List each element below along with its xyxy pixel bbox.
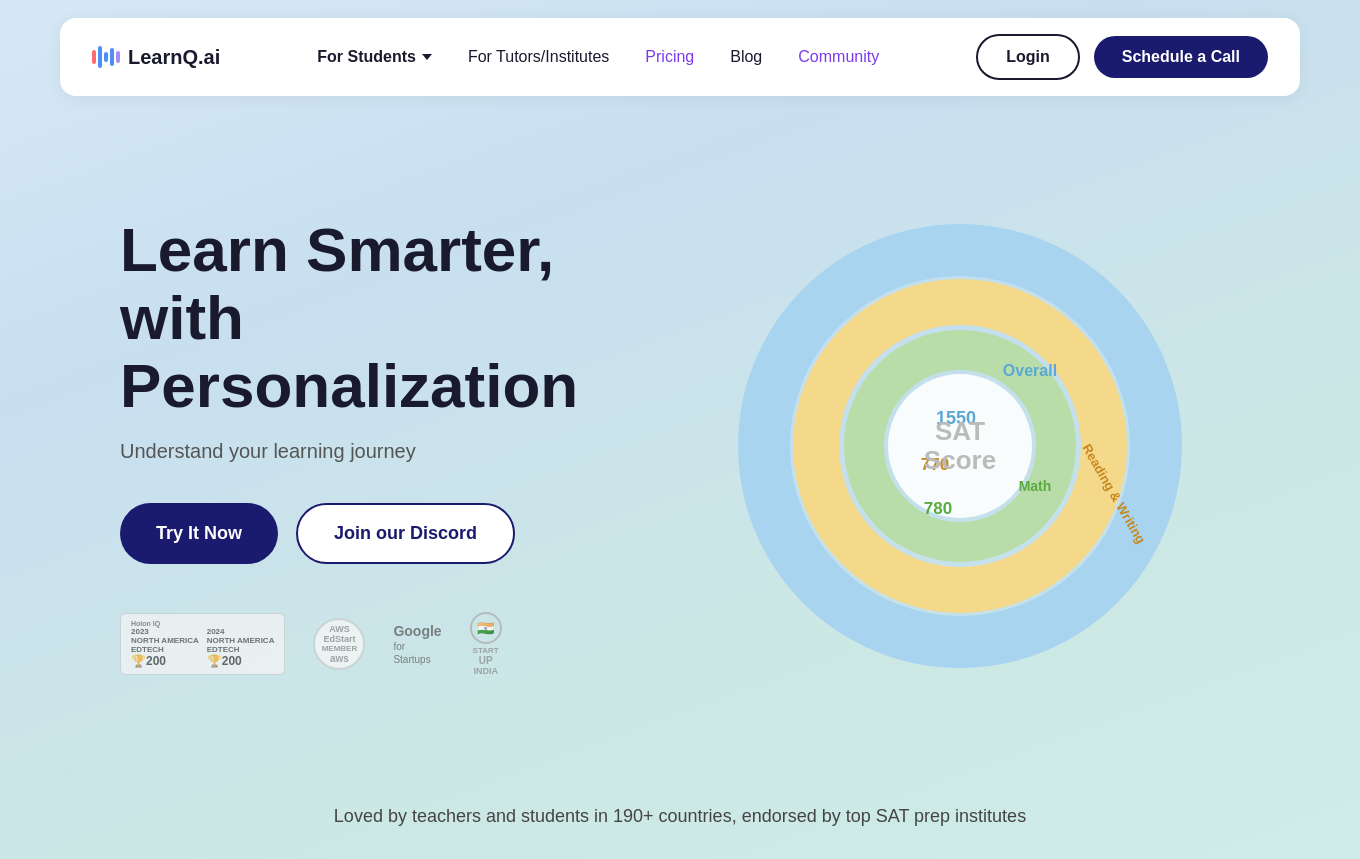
logo-icon xyxy=(92,46,120,68)
google-badge: Google for Startups xyxy=(393,622,441,666)
hero-subtitle: Understand your learning journey xyxy=(120,440,680,463)
nav-links: For Students For Tutors/Institutes Prici… xyxy=(317,48,879,66)
nav-actions: Login Schedule a Call xyxy=(976,34,1268,80)
overall-label: Overall xyxy=(1003,362,1057,379)
holoniq-badge: Holon IQ 2023 NORTH AMERICA EDTECH 🏆200 … xyxy=(120,613,285,675)
nav-for-students[interactable]: For Students xyxy=(317,48,432,66)
footer-text: Loved by teachers and students in 190+ c… xyxy=(0,776,1360,859)
badges: Holon IQ 2023 NORTH AMERICA EDTECH 🏆200 … xyxy=(120,612,680,676)
math-score: 780 xyxy=(924,499,952,518)
hero-buttons: Try It Now Join our Discord xyxy=(120,503,680,564)
nav-for-tutors[interactable]: For Tutors/Institutes xyxy=(468,48,609,66)
nav-blog[interactable]: Blog xyxy=(730,48,762,66)
logo-link[interactable]: LearnQ.ai xyxy=(92,46,220,69)
try-it-now-button[interactable]: Try It Now xyxy=(120,503,278,564)
logo-bar-4 xyxy=(110,48,114,66)
login-button[interactable]: Login xyxy=(976,34,1080,80)
hero-title: Learn Smarter, with Personalization xyxy=(120,216,680,421)
aws-badge: AWS EdStart MEMBER aws xyxy=(313,618,365,670)
logo-bar-2 xyxy=(98,46,102,68)
startup-india-icon: 🇮🇳 xyxy=(470,612,502,644)
nav-pricing[interactable]: Pricing xyxy=(645,48,694,66)
donut-center-text: SAT Score xyxy=(924,417,996,474)
logo-text: LearnQ.ai xyxy=(128,46,220,69)
navbar: LearnQ.ai For Students For Tutors/Instit… xyxy=(60,18,1300,96)
donut-chart: Overall 1550 Reading & Writing 770 Math … xyxy=(720,206,1200,686)
nav-community[interactable]: Community xyxy=(798,48,879,66)
logo-bar-1 xyxy=(92,50,96,64)
schedule-button[interactable]: Schedule a Call xyxy=(1094,36,1268,78)
sat-label-line2: Score xyxy=(924,446,996,475)
logo-bar-5 xyxy=(116,51,120,63)
hero-section: Learn Smarter, with Personalization Unde… xyxy=(0,96,1360,776)
hero-right: Overall 1550 Reading & Writing 770 Math … xyxy=(680,206,1240,686)
chevron-down-icon xyxy=(422,54,432,60)
join-discord-button[interactable]: Join our Discord xyxy=(296,503,515,564)
sat-label-line1: SAT xyxy=(924,417,996,446)
startup-india-badge: 🇮🇳 START UP INDIA xyxy=(470,612,502,676)
logo-bar-3 xyxy=(104,52,108,62)
math-label: Math xyxy=(1019,478,1052,494)
hero-left: Learn Smarter, with Personalization Unde… xyxy=(120,216,680,677)
